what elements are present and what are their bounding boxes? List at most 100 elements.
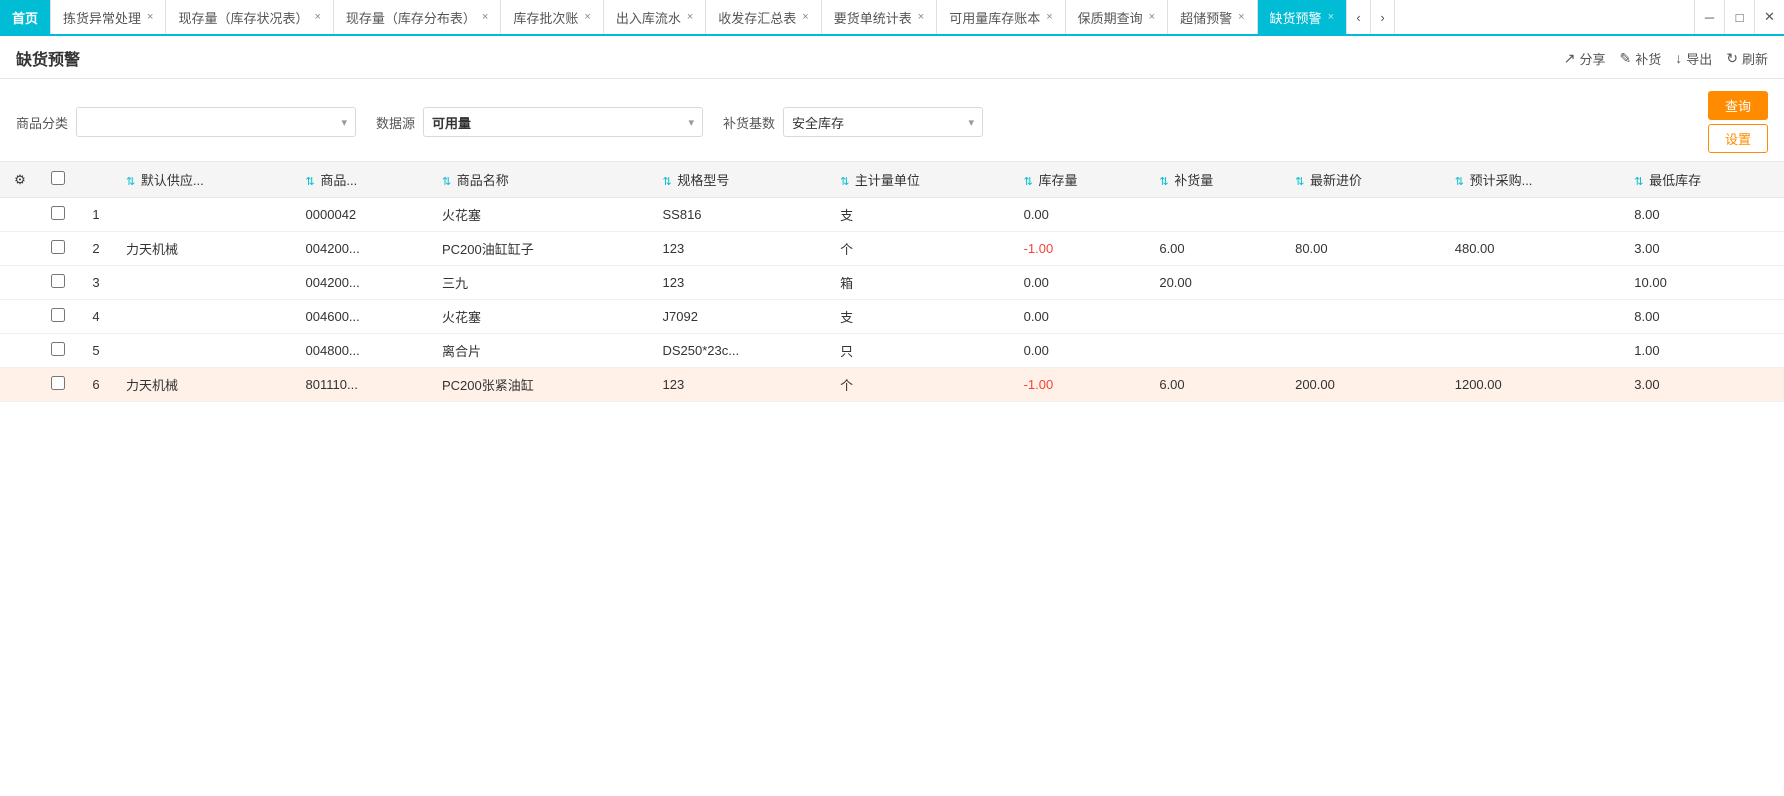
row-min-stock-4: 1.00 bbox=[1624, 334, 1784, 368]
select-all-checkbox[interactable] bbox=[51, 171, 65, 185]
col-spec-header[interactable]: ⇅ 规格型号 bbox=[653, 162, 831, 198]
row-checkbox-0[interactable] bbox=[51, 206, 65, 220]
row-min-stock-0: 8.00 bbox=[1624, 198, 1784, 232]
row-code-0: 0000042 bbox=[296, 198, 432, 232]
row-est-purchase-2 bbox=[1445, 266, 1625, 300]
tab-receive-summary[interactable]: 收发存汇总表 × bbox=[706, 0, 821, 34]
tab-expiry-query-close[interactable]: × bbox=[1149, 11, 1155, 23]
row-supplier-4 bbox=[116, 334, 296, 368]
col-gear[interactable]: ⚙ bbox=[0, 162, 40, 198]
row-checkbox-cell-1[interactable] bbox=[40, 232, 76, 266]
col-min-stock-label: 最低库存 bbox=[1649, 173, 1701, 188]
tab-stock-status-close[interactable]: × bbox=[314, 11, 320, 23]
tab-demand-stat-close[interactable]: × bbox=[918, 11, 924, 23]
export-action[interactable]: ↓ 导出 bbox=[1675, 49, 1712, 68]
tab-exception-close[interactable]: × bbox=[147, 11, 153, 23]
page-title: 缺货预警 bbox=[16, 46, 1564, 70]
page-header: 缺货预警 ↗ 分享 ✎ 补货 ↓ 导出 ↻ 刷新 bbox=[0, 36, 1784, 79]
window-close-btn[interactable]: ✕ bbox=[1754, 0, 1784, 34]
name-sort-icon: ⇅ bbox=[442, 176, 451, 188]
tab-prev-btn[interactable]: ‹ bbox=[1347, 0, 1371, 34]
datasource-filter-group: 数据源 可用量 ▾ bbox=[376, 107, 703, 137]
col-supplier-header[interactable]: ⇅ 默认供应... bbox=[116, 162, 296, 198]
row-checkbox-cell-2[interactable] bbox=[40, 266, 76, 300]
refresh-action[interactable]: ↻ 刷新 bbox=[1726, 49, 1768, 68]
row-checkbox-cell-4[interactable] bbox=[40, 334, 76, 368]
row-index-0: 1 bbox=[76, 198, 116, 232]
col-index-header bbox=[76, 162, 116, 198]
tab-stock-dist-close[interactable]: × bbox=[482, 11, 488, 23]
table-header-row: ⚙ ⇅ 默认供应... ⇅ 商品... ⇅ bbox=[0, 162, 1784, 198]
tab-expiry-query[interactable]: 保质期查询 × bbox=[1066, 0, 1168, 34]
col-checkbox-header[interactable] bbox=[40, 162, 76, 198]
minimize-btn[interactable]: － bbox=[1694, 0, 1724, 34]
col-code-header[interactable]: ⇅ 商品... bbox=[296, 162, 432, 198]
row-stock-5: -1.00 bbox=[1014, 368, 1150, 402]
row-stock-0: 0.00 bbox=[1014, 198, 1150, 232]
query-button[interactable]: 查询 bbox=[1708, 91, 1768, 120]
next-icon: › bbox=[1380, 10, 1384, 25]
prev-icon: ‹ bbox=[1356, 10, 1360, 25]
tab-demand-stat[interactable]: 要货单统计表 × bbox=[822, 0, 937, 34]
tab-next-btn[interactable]: › bbox=[1371, 0, 1395, 34]
row-gear-5 bbox=[0, 368, 40, 402]
category-select[interactable]: ▾ bbox=[76, 107, 356, 137]
data-table: ⚙ ⇅ 默认供应... ⇅ 商品... ⇅ bbox=[0, 161, 1784, 402]
row-stock-2: 0.00 bbox=[1014, 266, 1150, 300]
row-checkbox-1[interactable] bbox=[51, 240, 65, 254]
row-index-3: 4 bbox=[76, 300, 116, 334]
replenish-base-label: 补货基数 bbox=[723, 113, 775, 132]
row-checkbox-cell-3[interactable] bbox=[40, 300, 76, 334]
tab-inout-flow[interactable]: 出入库流水 × bbox=[604, 0, 706, 34]
col-stock-header[interactable]: ⇅ 库存量 bbox=[1014, 162, 1150, 198]
tab-available-ledger-close[interactable]: × bbox=[1046, 11, 1052, 23]
row-spec-5: 123 bbox=[653, 368, 831, 402]
share-icon: ↗ bbox=[1564, 50, 1576, 67]
col-name-header[interactable]: ⇅ 商品名称 bbox=[432, 162, 653, 198]
tab-stock-batch[interactable]: 库存批次账 × bbox=[501, 0, 603, 34]
tab-exception[interactable]: 拣货异常处理 × bbox=[51, 0, 166, 34]
tab-inout-flow-close[interactable]: × bbox=[687, 11, 693, 23]
col-spec-label: 规格型号 bbox=[677, 173, 729, 188]
datasource-label: 数据源 bbox=[376, 113, 415, 132]
col-min-stock-header[interactable]: ⇅ 最低库存 bbox=[1624, 162, 1784, 198]
row-checkbox-cell-0[interactable] bbox=[40, 198, 76, 232]
col-unit-header[interactable]: ⇅ 主计量单位 bbox=[830, 162, 1014, 198]
row-unit-5: 个 bbox=[830, 368, 1014, 402]
row-min-stock-5: 3.00 bbox=[1624, 368, 1784, 402]
tab-stock-dist[interactable]: 现存量（库存分布表） × bbox=[334, 0, 501, 34]
row-checkbox-3[interactable] bbox=[51, 308, 65, 322]
tab-stock-batch-close[interactable]: × bbox=[584, 11, 590, 23]
col-price-header[interactable]: ⇅ 最新进价 bbox=[1285, 162, 1445, 198]
col-name-label: 商品名称 bbox=[457, 173, 509, 188]
row-checkbox-2[interactable] bbox=[51, 274, 65, 288]
tab-overstock-close[interactable]: × bbox=[1238, 11, 1244, 23]
row-name-5: PC200张紧油缸 bbox=[432, 368, 653, 402]
tab-overstock[interactable]: 超储预警 × bbox=[1168, 0, 1257, 34]
unit-sort-icon: ⇅ bbox=[840, 176, 849, 188]
row-checkbox-5[interactable] bbox=[51, 376, 65, 390]
row-price-5: 200.00 bbox=[1285, 368, 1445, 402]
datasource-select[interactable]: 可用量 ▾ bbox=[423, 107, 703, 137]
maximize-btn[interactable]: □ bbox=[1724, 0, 1754, 34]
row-supplier-5: 力天机械 bbox=[116, 368, 296, 402]
share-action[interactable]: ↗ 分享 bbox=[1564, 49, 1606, 68]
col-price-label: 最新进价 bbox=[1310, 173, 1362, 188]
row-replenish-1: 6.00 bbox=[1149, 232, 1285, 266]
row-checkbox-cell-5[interactable] bbox=[40, 368, 76, 402]
col-est-purchase-header[interactable]: ⇅ 预计采购... bbox=[1445, 162, 1625, 198]
replenish-select[interactable]: 安全库存 ▾ bbox=[783, 107, 983, 137]
tab-home[interactable]: 首页 bbox=[0, 0, 51, 34]
tab-stock-status[interactable]: 现存量（库存状况表） × bbox=[166, 0, 333, 34]
replenish-action[interactable]: ✎ 补货 bbox=[1619, 49, 1661, 68]
stock-sort-icon: ⇅ bbox=[1024, 176, 1033, 188]
tab-available-ledger[interactable]: 可用量库存账本 × bbox=[937, 0, 1065, 34]
row-index-2: 3 bbox=[76, 266, 116, 300]
row-checkbox-4[interactable] bbox=[51, 342, 65, 356]
tab-shortage-close[interactable]: × bbox=[1328, 11, 1334, 23]
col-replenish-header[interactable]: ⇅ 补货量 bbox=[1149, 162, 1285, 198]
tab-receive-summary-close[interactable]: × bbox=[802, 11, 808, 23]
tab-shortage[interactable]: 缺货预警 × bbox=[1258, 0, 1347, 34]
settings-button[interactable]: 设置 bbox=[1708, 124, 1768, 153]
row-supplier-0 bbox=[116, 198, 296, 232]
